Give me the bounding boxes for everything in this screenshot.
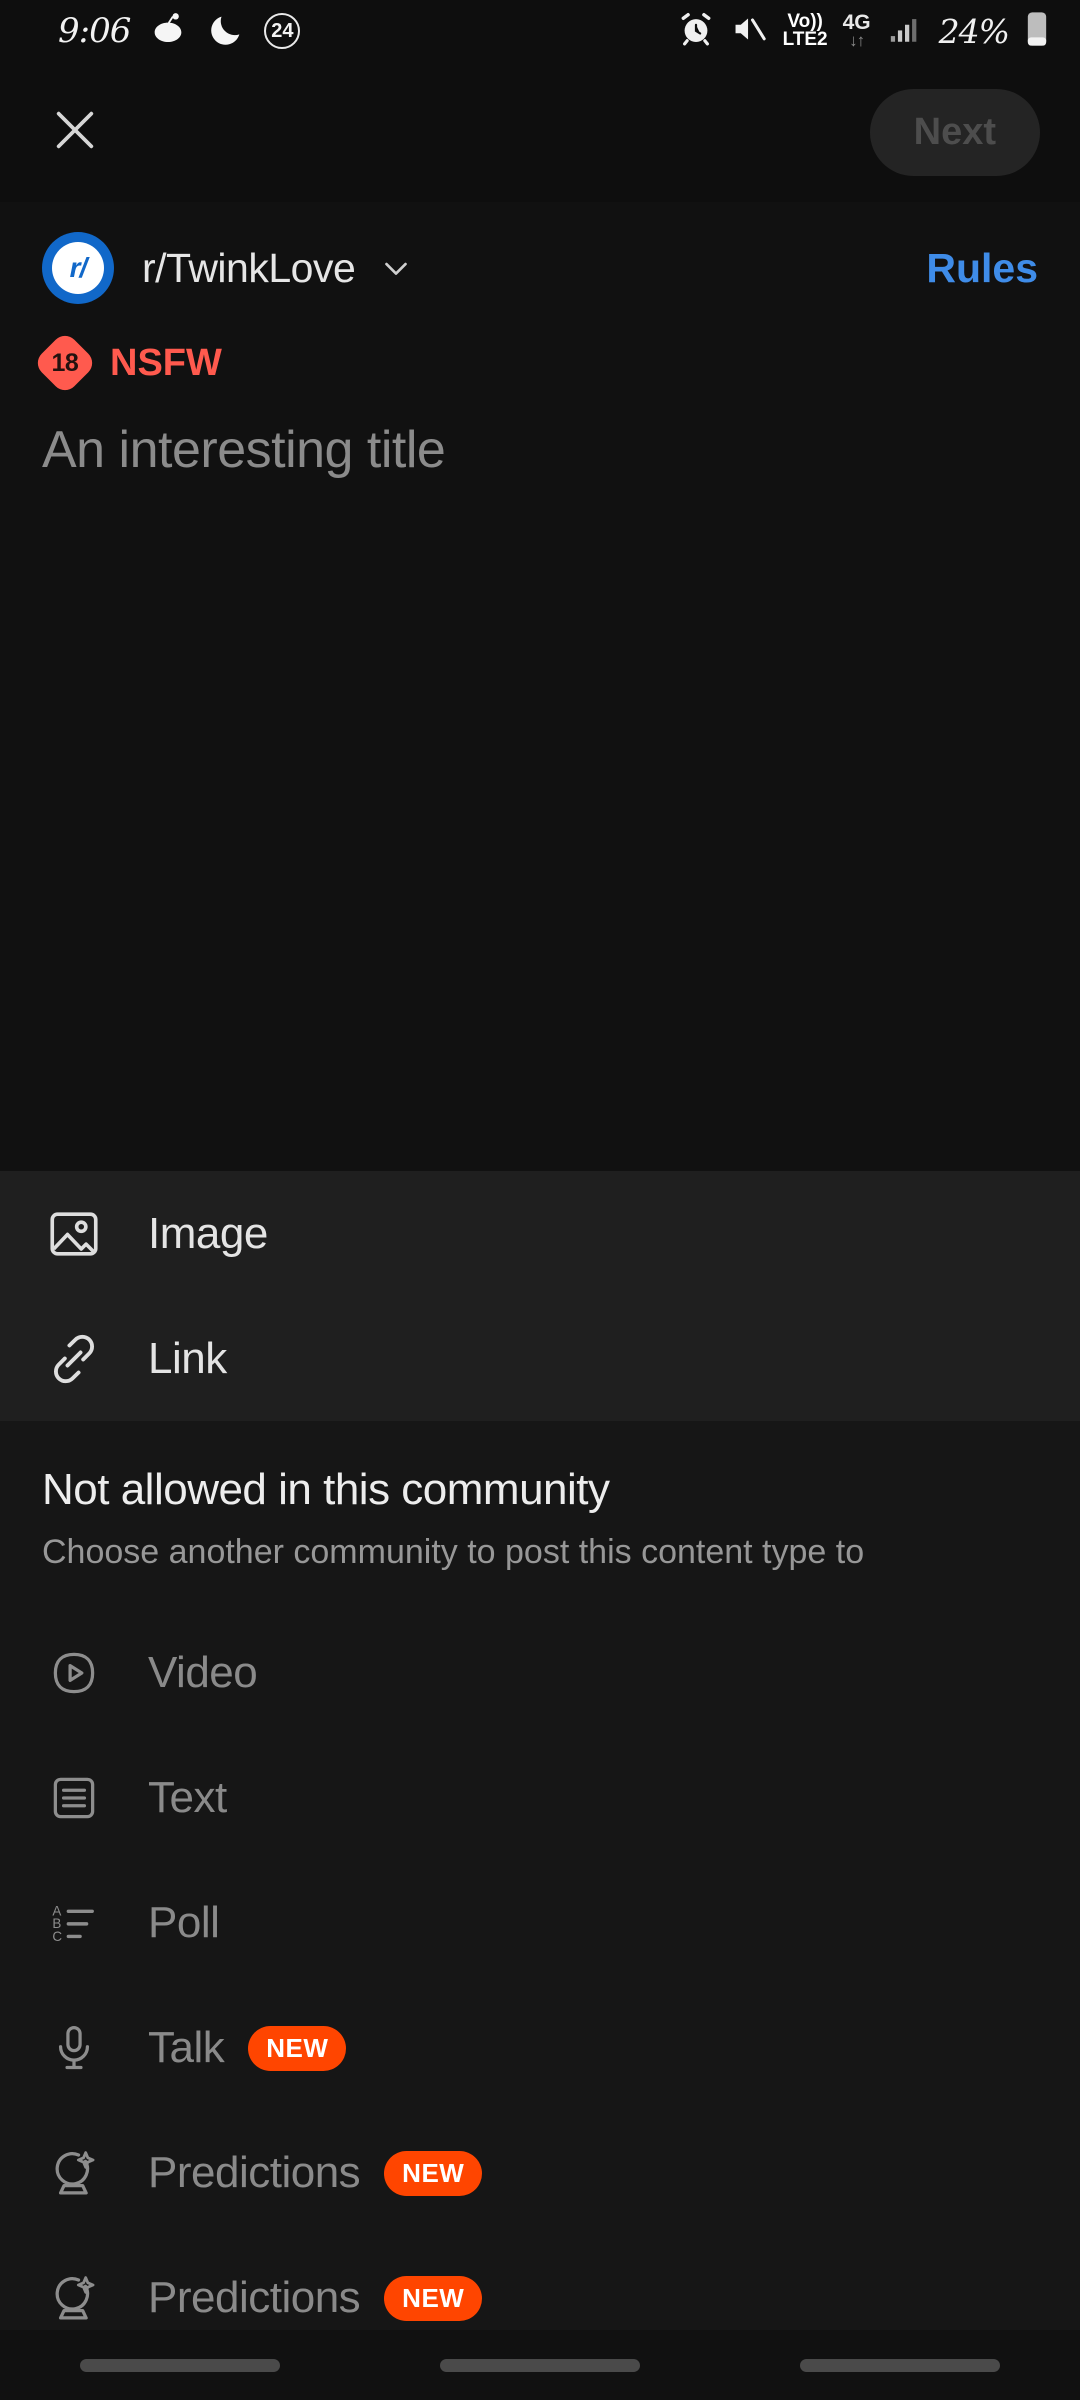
status-bar: 9:06 24 Vo)) LTE2 4G ↓↑ 24% [0, 0, 1080, 62]
notification-count-badge: 24 [264, 13, 301, 49]
video-icon [42, 1641, 106, 1705]
content-type-link[interactable]: Link [0, 1296, 1080, 1421]
network-type-label: 4G [842, 10, 871, 34]
rules-button[interactable]: Rules [926, 245, 1038, 292]
crystal-ball-icon [42, 2141, 106, 2205]
microphone-icon [42, 2016, 106, 2080]
content-type-label: Video [148, 1648, 258, 1698]
content-type-label: Image [148, 1208, 268, 1258]
chevron-down-icon[interactable] [377, 249, 415, 287]
volte-bottom: LTE2 [782, 29, 828, 50]
blocked-title: Not allowed in this community [42, 1465, 610, 1514]
moon-icon [206, 9, 246, 54]
new-badge: NEW [384, 2275, 483, 2321]
network-type-indicator: 4G ↓↑ [842, 10, 871, 50]
content-type-sheet-allowed: Image Link [0, 1171, 1080, 1421]
link-icon [42, 1327, 106, 1391]
content-type-talk: Talk NEW [0, 1986, 1080, 2111]
new-badge: NEW [384, 2150, 483, 2196]
content-type-label: Poll [148, 1898, 220, 1948]
blocked-section-header: Not allowed in this community Choose ano… [0, 1421, 1080, 1575]
mute-icon [730, 10, 768, 53]
post-title-input[interactable]: An interesting title [0, 386, 1080, 480]
close-icon [47, 102, 103, 163]
status-bar-right: Vo)) LTE2 4G ↓↑ 24% [677, 9, 1080, 54]
content-type-video: Video [0, 1611, 1080, 1736]
text-icon [42, 1766, 106, 1830]
svg-text:C: C [52, 1929, 62, 1944]
data-transfer-arrows-icon: ↓↑ [849, 30, 865, 50]
crystal-ball-icon [42, 2266, 106, 2330]
post-editor: r/ r/TwinkLove Rules 18 NSFW An interest… [0, 202, 1080, 1171]
image-icon [42, 1202, 106, 1266]
nav-back-button[interactable] [800, 2358, 1000, 2372]
nav-recents-button[interactable] [80, 2358, 280, 2372]
age-18-label: 18 [51, 348, 79, 377]
next-button[interactable]: Next [869, 88, 1040, 176]
battery-percentage: 24% [938, 11, 1010, 51]
volte-indicator: Vo)) LTE2 [782, 12, 828, 50]
content-type-sheet-blocked: Not allowed in this community Choose ano… [0, 1421, 1080, 2361]
nsfw-tag[interactable]: 18 NSFW [0, 312, 1080, 396]
top-toolbar: Next [0, 62, 1080, 202]
close-button[interactable] [42, 99, 108, 165]
blocked-subtitle: Choose another community to post this co… [42, 1533, 865, 1571]
new-badge: NEW [248, 2025, 347, 2071]
alarm-icon [677, 10, 715, 53]
poll-icon: A B C [42, 1891, 106, 1955]
nav-home-button[interactable] [440, 2358, 640, 2372]
content-type-text: Text [0, 1736, 1080, 1861]
status-time: 9:06 [58, 11, 131, 51]
content-type-predictions: Predictions NEW [0, 2111, 1080, 2236]
signal-bars-icon [886, 12, 924, 51]
blocked-content-type-list: Video Text A B C Poll Talk NEW Predictio… [0, 1575, 1080, 2361]
status-bar-left: 9:06 24 [0, 9, 301, 54]
battery-icon [1024, 9, 1050, 54]
community-name[interactable]: r/TwinkLove [142, 245, 356, 292]
content-type-label: Link [148, 1333, 227, 1383]
system-navigation-bar [0, 2330, 1080, 2400]
nsfw-label: NSFW [110, 341, 222, 384]
content-type-image[interactable]: Image [0, 1171, 1080, 1296]
content-type-label: Text [148, 1773, 227, 1823]
content-type-label: Predictions [148, 2273, 361, 2323]
content-type-label: Talk [148, 2023, 225, 2073]
content-type-label: Predictions [148, 2148, 361, 2198]
reddit-icon [148, 9, 188, 54]
content-type-poll: A B C Poll [0, 1861, 1080, 1986]
community-selector-row: r/ r/TwinkLove Rules [0, 202, 1080, 312]
avatar-label: r/ [52, 242, 104, 294]
community-avatar: r/ [42, 232, 114, 304]
